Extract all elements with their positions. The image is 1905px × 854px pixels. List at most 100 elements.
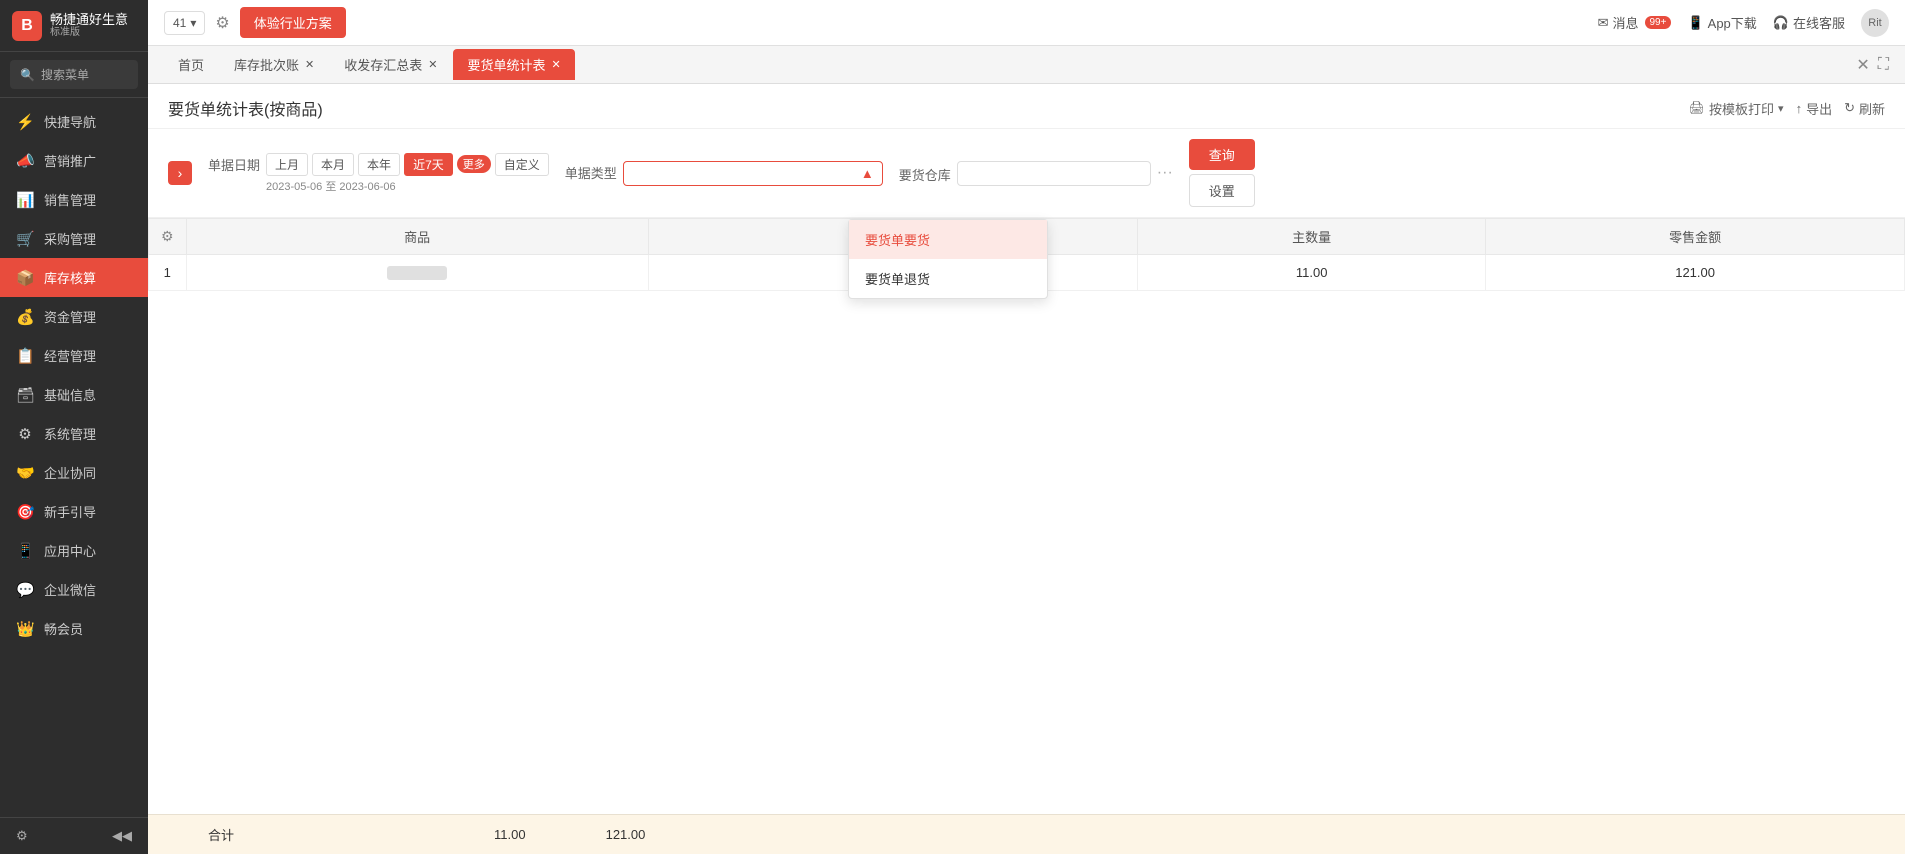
more-badge[interactable]: 更多 xyxy=(457,155,491,173)
settings-topbar-icon[interactable]: ⚙ xyxy=(215,13,229,33)
sidebar-search-section: 🔍 搜索菜单 xyxy=(0,52,148,98)
page-content: 要货单统计表(按商品) 🖨 按模板打印 ▾ ↑ 导出 ↻ 刷新 xyxy=(148,84,1905,854)
coop-icon: 🤝 xyxy=(16,464,34,482)
sidebar-item-basic[interactable]: 🗃 基础信息 xyxy=(0,375,148,414)
sidebar-item-label: 资金管理 xyxy=(44,307,96,326)
sidebar-item-coop[interactable]: 🤝 企业协同 xyxy=(0,453,148,492)
sidebar-item-guide[interactable]: 🎯 新手引导 xyxy=(0,492,148,531)
dropdown-item-return[interactable]: 要货单退货 xyxy=(849,259,1047,298)
type-filter-label: 单据类型 xyxy=(565,161,617,182)
date-buttons: 上月 本月 本年 近7天 更多 自定义 xyxy=(266,153,549,176)
refresh-button[interactable]: ↻ 刷新 xyxy=(1844,99,1885,118)
th-amount: 零售金额 xyxy=(1486,219,1905,255)
footer-label: 合计 xyxy=(196,825,294,844)
warehouse-filter-group: 要货仓库 ··· xyxy=(899,161,1173,186)
industry-btn[interactable]: 体验行业方案 xyxy=(240,7,346,38)
chevron-up-icon[interactable]: ▲ xyxy=(861,166,874,181)
finance-icon: 💰 xyxy=(16,308,34,326)
guide-icon: 🎯 xyxy=(16,503,34,521)
export-icon: ↑ xyxy=(1796,101,1803,116)
column-settings-icon[interactable]: ⚙ xyxy=(161,228,174,245)
sidebar-item-member[interactable]: 👑 畅会员 xyxy=(0,609,148,648)
settings-footer-icon[interactable]: ⚙ xyxy=(16,828,28,844)
online-service-button[interactable]: 🎧 在线客服 xyxy=(1773,13,1845,32)
filter-settings-button[interactable]: 设置 xyxy=(1189,174,1255,207)
date-btn-custom[interactable]: 自定义 xyxy=(495,153,549,176)
sidebar-item-operation[interactable]: 📋 经营管理 xyxy=(0,336,148,375)
app-logo: B 畅捷通好生意 标准版 xyxy=(0,0,148,52)
tab-summary[interactable]: 收发存汇总表 ✕ xyxy=(330,49,451,80)
th-qty: 主数量 xyxy=(1138,219,1486,255)
sidebar-footer: ⚙ ◀◀ xyxy=(0,817,148,854)
sidebar-item-marketing[interactable]: 📣 营销推广 xyxy=(0,141,148,180)
main-area: 41 ▾ ⚙ 体验行业方案 ✉ 消息 99+ 📱 App下载 🎧 在线客服 Ri… xyxy=(148,0,1905,854)
sidebar-item-finance[interactable]: 💰 资金管理 xyxy=(0,297,148,336)
dropdown-item-order[interactable]: 要货单要货 xyxy=(849,220,1047,259)
warehouse-filter-label: 要货仓库 xyxy=(899,163,951,184)
maximize-icon[interactable]: ⛶ xyxy=(1878,56,1889,74)
th-settings: ⚙ xyxy=(149,219,187,255)
table-footer: 合计 11.00 121.00 xyxy=(148,814,1905,854)
sidebar-item-wechat[interactable]: 💬 企业微信 xyxy=(0,570,148,609)
date-btn-last-month[interactable]: 上月 xyxy=(266,153,308,176)
logo-sub: 标准版 xyxy=(50,27,128,39)
type-filter-group: 单据类型 ▲ xyxy=(565,161,883,186)
sidebar-item-purchase[interactable]: 🛒 采购管理 xyxy=(0,219,148,258)
sidebar-item-label: 应用中心 xyxy=(44,541,96,560)
chevron-down-icon: ▾ xyxy=(1778,102,1784,115)
cell-product xyxy=(186,255,648,291)
export-button[interactable]: ↑ 导出 xyxy=(1796,99,1833,118)
sidebar-item-label: 经营管理 xyxy=(44,346,96,365)
company-selector[interactable]: 41 ▾ xyxy=(164,11,205,35)
tab-close-icon[interactable]: ✕ xyxy=(305,58,314,71)
sidebar-item-system[interactable]: ⚙ 系统管理 xyxy=(0,414,148,453)
collapse-button[interactable]: ◀◀ xyxy=(112,828,132,844)
sidebar-item-label: 基础信息 xyxy=(44,385,96,404)
more-options-icon[interactable]: ··· xyxy=(1157,164,1173,182)
sidebar-item-sales[interactable]: 📊 销售管理 xyxy=(0,180,148,219)
tab-close-icon[interactable]: ✕ xyxy=(552,58,561,71)
type-filter-input-wrapper[interactable]: ▲ xyxy=(623,161,883,186)
topbar-right: ✉ 消息 99+ 📱 App下载 🎧 在线客服 Rit xyxy=(1598,9,1889,37)
basic-icon: 🗃 xyxy=(16,386,34,404)
notification-button[interactable]: ✉ 消息 99+ xyxy=(1598,13,1672,32)
type-dropdown: 要货单要货 要货单退货 xyxy=(848,219,1048,299)
message-icon: ✉ xyxy=(1598,15,1609,31)
query-button[interactable]: 查询 xyxy=(1189,139,1255,170)
filter-expand-button[interactable]: › xyxy=(168,161,192,185)
purchase-icon: 🛒 xyxy=(16,230,34,248)
cell-qty: 11.00 xyxy=(1138,255,1486,291)
sidebar-nav: ⚡ 快捷导航 📣 营销推广 📊 销售管理 🛒 采购管理 📦 库存核算 💰 资金管… xyxy=(0,98,148,817)
search-menu-button[interactable]: 🔍 搜索菜单 xyxy=(10,60,138,89)
filter-area: › 单据日期 上月 本月 本年 近7天 更多 自定义 2023-05-06 xyxy=(148,129,1905,218)
print-icon: 🖨 xyxy=(1689,100,1706,116)
app-download-button[interactable]: 📱 App下载 xyxy=(1687,13,1756,32)
type-filter-input[interactable] xyxy=(632,166,857,181)
sidebar-item-quicknav[interactable]: ⚡ 快捷导航 xyxy=(0,102,148,141)
warehouse-filter-input[interactable] xyxy=(957,161,1151,186)
search-icon: 🔍 xyxy=(20,68,35,82)
system-icon: ⚙ xyxy=(16,425,34,443)
filter-area-wrapper: › 单据日期 上月 本月 本年 近7天 更多 自定义 2023-05-06 xyxy=(148,129,1905,218)
print-button[interactable]: 🖨 按模板打印 ▾ xyxy=(1689,99,1784,118)
tab-label: 收发存汇总表 xyxy=(344,55,422,74)
app-download-label: App下载 xyxy=(1708,13,1757,32)
avatar[interactable]: Rit xyxy=(1861,9,1889,37)
tab-batch[interactable]: 库存批次账 ✕ xyxy=(220,49,328,80)
sidebar-item-label: 库存核算 xyxy=(44,268,96,287)
tab-order-stats[interactable]: 要货单统计表 ✕ xyxy=(453,49,574,80)
sidebar-item-apps[interactable]: 📱 应用中心 xyxy=(0,531,148,570)
date-btn-this-month[interactable]: 本月 xyxy=(312,153,354,176)
date-btn-this-year[interactable]: 本年 xyxy=(358,153,400,176)
logo-icon: B xyxy=(12,11,42,41)
sidebar-item-inventory[interactable]: 📦 库存核算 xyxy=(0,258,148,297)
tab-home[interactable]: 首页 xyxy=(164,49,218,80)
product-cell xyxy=(199,266,636,280)
sidebar-item-label: 畅会员 xyxy=(44,619,83,638)
date-btn-7days[interactable]: 近7天 xyxy=(404,153,453,176)
operation-icon: 📋 xyxy=(16,347,34,365)
close-tab-icon[interactable]: ✕ xyxy=(1856,55,1869,75)
page-header-actions: 🖨 按模板打印 ▾ ↑ 导出 ↻ 刷新 xyxy=(1689,99,1886,118)
service-icon: 🎧 xyxy=(1773,15,1789,31)
tab-close-icon[interactable]: ✕ xyxy=(428,58,437,71)
